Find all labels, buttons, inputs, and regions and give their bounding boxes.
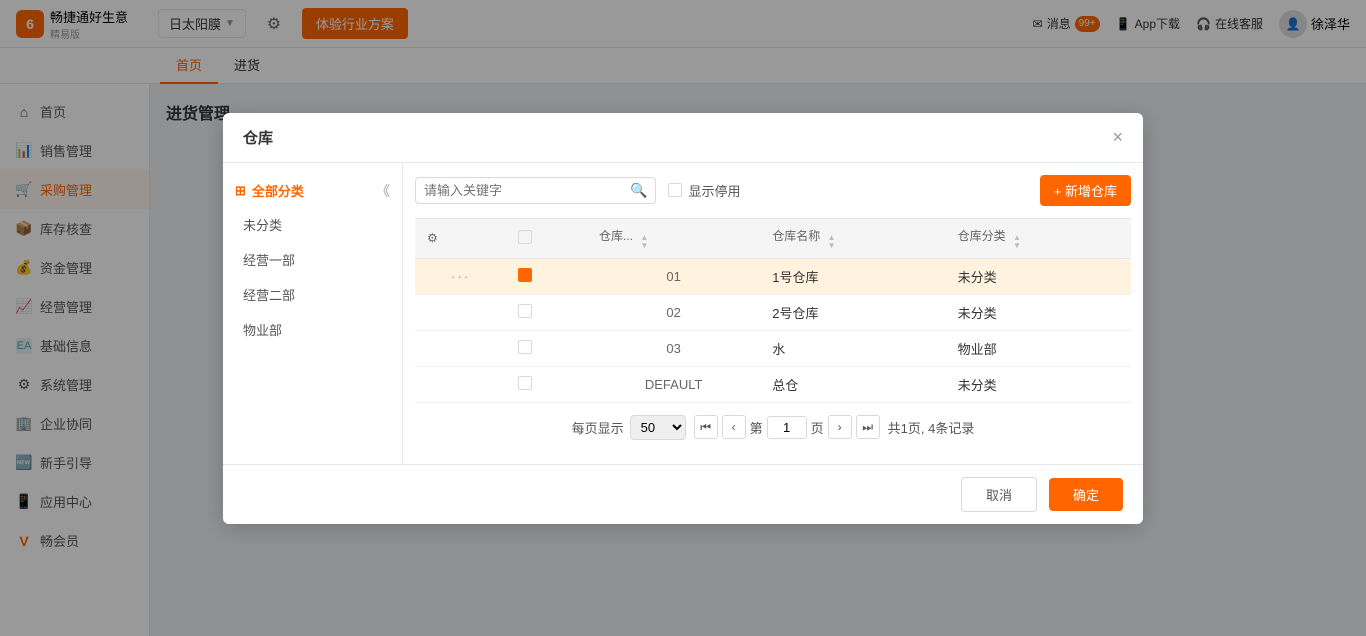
page-info: 共1页, 4条记录 — [888, 418, 975, 437]
modal-overlay: 仓库 × ⊞ 全部分类 《 未分类 经营一部 经营二部 物业部 — [0, 0, 1366, 636]
row-checkbox-cell — [506, 366, 587, 402]
next-page-button[interactable]: › — [828, 415, 852, 439]
row-checkbox-cell — [506, 330, 587, 366]
row-warehouse-category: 未分类 — [946, 258, 1131, 294]
row-checkbox-cell — [506, 294, 587, 330]
warehouse-dialog: 仓库 × ⊞ 全部分类 《 未分类 经营一部 经营二部 物业部 — [223, 113, 1143, 524]
confirm-button[interactable]: 确定 — [1049, 478, 1123, 511]
row-number: 02 — [587, 294, 760, 330]
table-header-category: 仓库分类 ▲▼ — [946, 218, 1131, 258]
show-disabled-checkbox[interactable]: 显示停用 — [668, 181, 740, 200]
table-area: 🔍 显示停用 + 新增仓库 ⚙ 仓库. — [403, 163, 1143, 464]
dialog-title: 仓库 — [243, 127, 273, 148]
warehouse-table: ⚙ 仓库... ▲▼ 仓库名称 ▲▼ 仓库分类 — [415, 218, 1131, 403]
table-toolbar: 🔍 显示停用 + 新增仓库 — [415, 175, 1131, 206]
page-suffix: 页 — [811, 418, 824, 437]
category-sidebar: ⊞ 全部分类 《 未分类 经营一部 经营二部 物业部 — [223, 163, 403, 464]
page-navigation: ⏮ ‹ 第 页 › ⏭ — [694, 415, 880, 439]
per-page-label: 每页显示 — [572, 418, 624, 437]
table-row[interactable]: DEFAULT 总仓 未分类 — [415, 366, 1131, 402]
row-warehouse-name: 水 — [760, 330, 945, 366]
row-warehouse-category: 物业部 — [946, 330, 1131, 366]
table-row[interactable]: 02 2号仓库 未分类 — [415, 294, 1131, 330]
search-input[interactable] — [424, 183, 624, 198]
page-label: 第 — [750, 418, 763, 437]
row-gear — [415, 294, 506, 330]
show-disabled-label: 显示停用 — [688, 181, 740, 200]
first-page-button[interactable]: ⏮ — [694, 415, 718, 439]
cancel-button[interactable]: 取消 — [961, 477, 1037, 512]
category-item-uncategorized[interactable]: 未分类 — [223, 207, 402, 242]
table-header-name: 仓库名称 ▲▼ — [760, 218, 945, 258]
row-number: DEFAULT — [587, 366, 760, 402]
row-warehouse-name: 1号仓库 — [760, 258, 945, 294]
sort-code-icon[interactable]: ▲▼ — [640, 234, 648, 250]
category-item-dept1[interactable]: 经营一部 — [223, 242, 402, 277]
disabled-checkbox-input[interactable] — [668, 183, 682, 197]
row-checkbox[interactable] — [518, 340, 532, 354]
dialog-header: 仓库 × — [223, 113, 1143, 163]
pagination: 每页显示 50 10 20 100 ⏮ ‹ 第 页 — [415, 403, 1131, 452]
row-warehouse-category: 未分类 — [946, 366, 1131, 402]
all-categories-label: 全部分类 — [252, 181, 304, 200]
row-number: 03 — [587, 330, 760, 366]
row-warehouse-name: 总仓 — [760, 366, 945, 402]
table-row[interactable]: ··· 01 1号仓库 未分类 — [415, 258, 1131, 294]
add-warehouse-button[interactable]: + 新增仓库 — [1040, 175, 1131, 206]
category-item-property[interactable]: 物业部 — [223, 312, 402, 347]
table-header-check — [506, 218, 587, 258]
sort-category-icon[interactable]: ▲▼ — [1013, 234, 1021, 250]
table-header-gear: ⚙ — [415, 218, 506, 258]
prev-page-button[interactable]: ‹ — [722, 415, 746, 439]
sort-name-icon[interactable]: ▲▼ — [828, 234, 836, 250]
row-checkbox[interactable] — [518, 304, 532, 318]
category-header: ⊞ 全部分类 《 — [223, 175, 402, 207]
row-warehouse-name: 2号仓库 — [760, 294, 945, 330]
collapse-icon[interactable]: 《 — [376, 181, 390, 201]
row-checkbox[interactable] — [518, 268, 532, 282]
dialog-footer: 取消 确定 — [223, 464, 1143, 524]
grid-icon: ⊞ — [235, 183, 246, 199]
search-icon[interactable]: 🔍 — [630, 182, 647, 199]
row-warehouse-category: 未分类 — [946, 294, 1131, 330]
table-row[interactable]: 03 水 物业部 — [415, 330, 1131, 366]
more-options-icon[interactable]: ··· — [451, 269, 470, 284]
per-page-select[interactable]: 50 10 20 100 — [630, 415, 686, 440]
table-header-row: ⚙ 仓库... ▲▼ 仓库名称 ▲▼ 仓库分类 — [415, 218, 1131, 258]
last-page-button[interactable]: ⏭ — [856, 415, 880, 439]
row-checkbox[interactable] — [518, 376, 532, 390]
row-gear — [415, 366, 506, 402]
dialog-body: ⊞ 全部分类 《 未分类 经营一部 经营二部 物业部 🔍 — [223, 163, 1143, 464]
page-number-input[interactable] — [767, 416, 807, 439]
row-number: 01 — [587, 258, 760, 294]
all-categories-button[interactable]: ⊞ 全部分类 — [235, 181, 304, 200]
category-item-dept2[interactable]: 经营二部 — [223, 277, 402, 312]
row-gear — [415, 330, 506, 366]
per-page-selector: 每页显示 50 10 20 100 — [572, 415, 686, 440]
row-checkbox-cell — [506, 258, 587, 294]
search-box: 🔍 — [415, 177, 656, 204]
select-all-checkbox[interactable] — [518, 230, 532, 244]
row-gear: ··· — [415, 258, 506, 294]
table-header-code: 仓库... ▲▼ — [587, 218, 760, 258]
dialog-close-button[interactable]: × — [1112, 128, 1123, 146]
